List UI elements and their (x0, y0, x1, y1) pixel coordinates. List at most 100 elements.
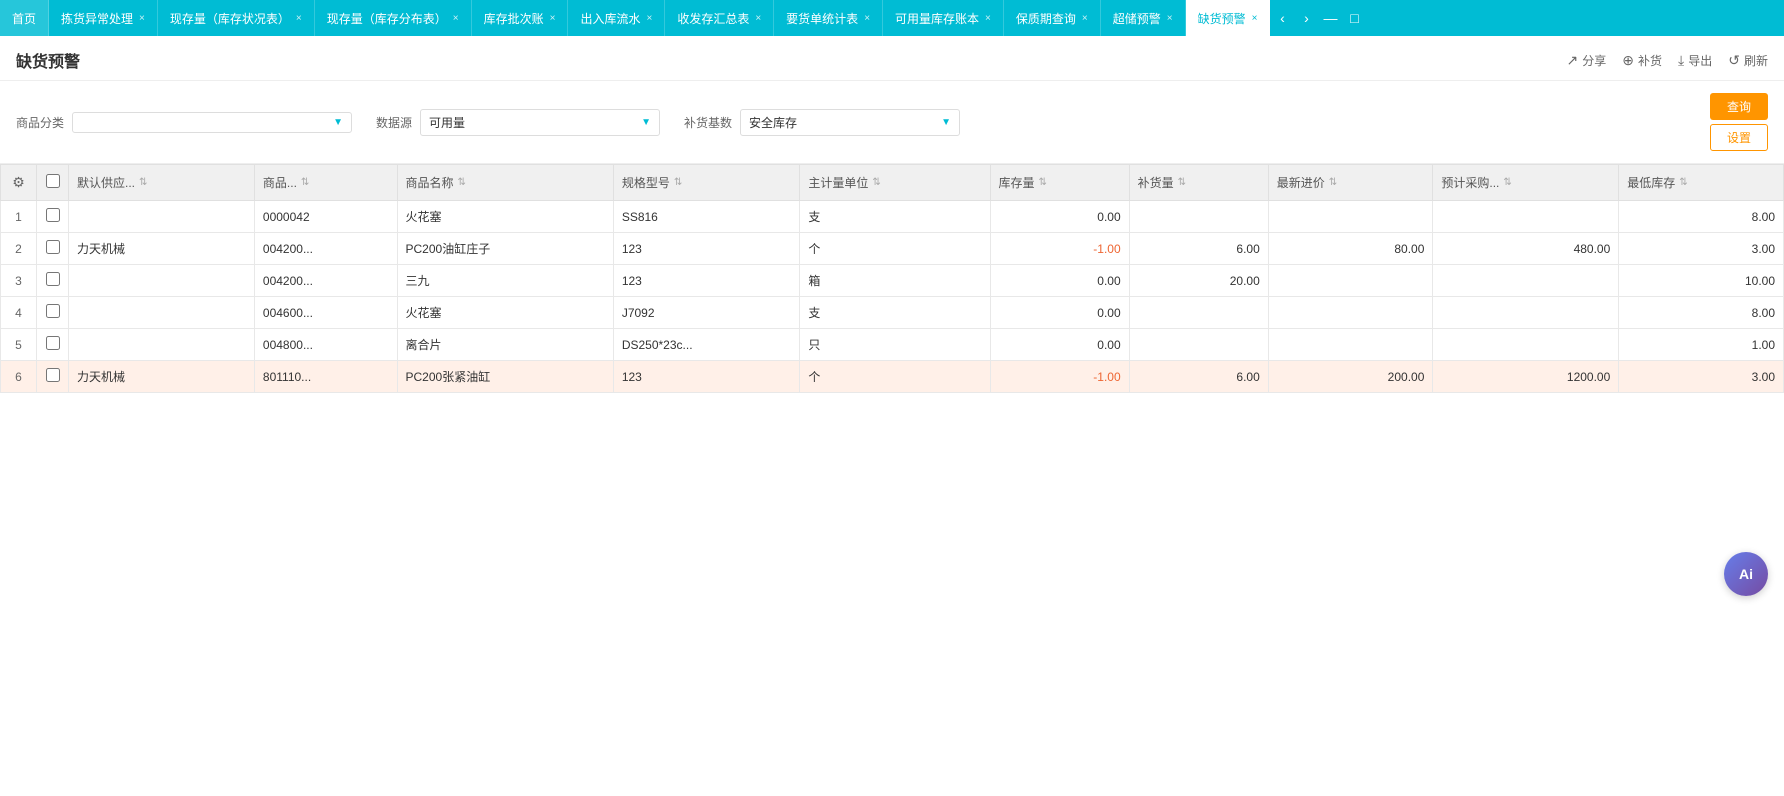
sort-replenish-icon: ⇅ (1178, 177, 1186, 188)
page-header: 缺货预警 ↗ 分享 ⊕ 补货 ⤓ 导出 ↺ 刷新 (0, 36, 1784, 81)
tab-batch[interactable]: 库存批次账 × (472, 0, 569, 36)
td-latest-price-2 (1268, 265, 1433, 297)
td-spec-4: DS250*23c... (613, 329, 800, 361)
tab-next-btn[interactable]: › (1294, 0, 1318, 36)
th-min-stock[interactable]: 最低库存 ⇅ (1619, 165, 1784, 201)
td-supplier-3 (69, 297, 255, 329)
replenish-base-select-value: 安全库存 (749, 114, 797, 131)
table-row: 4 004600... 火花塞 J7092 支 0.00 8.00 (1, 297, 1784, 329)
td-checkbox-5 (37, 361, 69, 393)
filter-area: 商品分类 ▼ 数据源 可用量 ▼ 补货基数 安全库存 ▼ 查询 设置 (0, 81, 1784, 164)
th-estimated[interactable]: 预计采购... ⇅ (1433, 165, 1619, 201)
tab-close-summary[interactable]: × (755, 13, 761, 24)
tab-expiry[interactable]: 保质期查询 × (1004, 0, 1101, 36)
td-replenish-2: 20.00 (1129, 265, 1268, 297)
th-stock[interactable]: 库存量 ⇅ (990, 165, 1129, 201)
tab-requisition[interactable]: 要货单统计表 × (774, 0, 883, 36)
tab-close-overstock[interactable]: × (1167, 13, 1173, 24)
ai-badge[interactable]: Ai (1724, 552, 1768, 596)
td-estimated-2 (1433, 265, 1619, 297)
td-unit-5: 个 (800, 361, 990, 393)
td-supplier-0 (69, 201, 255, 233)
refresh-button[interactable]: ↺ 刷新 (1728, 52, 1768, 69)
replenish-base-dropdown-icon: ▼ (941, 117, 951, 128)
td-spec-5: 123 (613, 361, 800, 393)
tab-stock-dist[interactable]: 现存量（库存分布表） × (315, 0, 472, 36)
td-checkbox-2 (37, 265, 69, 297)
table-body: 1 0000042 火花塞 SS816 支 0.00 8.00 2 (1, 201, 1784, 393)
tab-close-stock-status[interactable]: × (296, 13, 302, 24)
td-unit-0: 支 (800, 201, 990, 233)
td-min-stock-4: 1.00 (1619, 329, 1784, 361)
replenish-icon: ⊕ (1622, 52, 1634, 69)
th-code[interactable]: 商品... ⇅ (254, 165, 397, 201)
category-label: 商品分类 (16, 114, 64, 131)
tab-prev-btn[interactable]: ‹ (1270, 0, 1294, 36)
tab-close-available[interactable]: × (985, 13, 991, 24)
td-code-3: 004600... (254, 297, 397, 329)
tab-inout[interactable]: 出入库流水 × (568, 0, 665, 36)
gear-icon[interactable]: ⚙ (12, 174, 25, 190)
tab-available[interactable]: 可用量库存账本 × (883, 0, 1004, 36)
row-checkbox-2[interactable] (46, 272, 60, 286)
th-replenish[interactable]: 补货量 ⇅ (1129, 165, 1268, 201)
th-checkbox (37, 165, 69, 201)
replenish-base-select[interactable]: 安全库存 ▼ (740, 109, 960, 136)
td-code-5: 801110... (254, 361, 397, 393)
row-checkbox-4[interactable] (46, 336, 60, 350)
tab-close-stock-dist[interactable]: × (453, 13, 459, 24)
tab-picking[interactable]: 拣货异常处理 × (49, 0, 158, 36)
td-code-1: 004200... (254, 233, 397, 265)
row-checkbox-5[interactable] (46, 368, 60, 382)
sort-min-stock-icon: ⇅ (1679, 177, 1687, 188)
category-select[interactable]: ▼ (72, 112, 352, 133)
th-spec[interactable]: 规格型号 ⇅ (613, 165, 800, 201)
td-checkbox-1 (37, 233, 69, 265)
td-code-0: 0000042 (254, 201, 397, 233)
td-estimated-3 (1433, 297, 1619, 329)
td-name-0: 火花塞 (397, 201, 613, 233)
th-gear[interactable]: ⚙ (1, 165, 37, 201)
td-estimated-5: 1200.00 (1433, 361, 1619, 393)
th-latest-price[interactable]: 最新进价 ⇅ (1268, 165, 1433, 201)
td-estimated-4 (1433, 329, 1619, 361)
share-button[interactable]: ↗ 分享 (1567, 52, 1607, 69)
row-checkbox-0[interactable] (46, 208, 60, 222)
th-supplier[interactable]: 默认供应... ⇅ (69, 165, 255, 201)
datasource-select[interactable]: 可用量 ▼ (420, 109, 660, 136)
query-button[interactable]: 查询 (1710, 93, 1768, 120)
td-unit-3: 支 (800, 297, 990, 329)
row-checkbox-3[interactable] (46, 304, 60, 318)
export-button[interactable]: ⤓ 导出 (1678, 52, 1712, 69)
td-name-2: 三九 (397, 265, 613, 297)
tab-close-shortage[interactable]: × (1252, 13, 1258, 24)
td-supplier-4 (69, 329, 255, 361)
tab-summary[interactable]: 收发存汇总表 × (665, 0, 774, 36)
select-all-checkbox[interactable] (46, 174, 60, 188)
td-spec-2: 123 (613, 265, 800, 297)
td-row-num-1: 2 (1, 233, 37, 265)
td-latest-price-0 (1268, 201, 1433, 233)
td-latest-price-1: 80.00 (1268, 233, 1433, 265)
tab-shortage[interactable]: 缺货预警 × (1186, 0, 1271, 36)
row-checkbox-1[interactable] (46, 240, 60, 254)
tab-stock-status[interactable]: 现存量（库存状况表） × (158, 0, 315, 36)
th-unit[interactable]: 主计量单位 ⇅ (800, 165, 990, 201)
tab-home[interactable]: 首页 (0, 0, 49, 36)
td-replenish-0 (1129, 201, 1268, 233)
tab-close-expiry[interactable]: × (1082, 13, 1088, 24)
replenish-button[interactable]: ⊕ 补货 (1622, 52, 1662, 69)
td-replenish-3 (1129, 297, 1268, 329)
tab-minimize-btn[interactable]: — (1318, 0, 1342, 36)
tab-maximize-btn[interactable]: □ (1342, 0, 1366, 36)
td-latest-price-5: 200.00 (1268, 361, 1433, 393)
tab-close-picking[interactable]: × (139, 13, 145, 24)
tab-close-requisition[interactable]: × (864, 13, 870, 24)
settings-button[interactable]: 设置 (1710, 124, 1768, 151)
replenish-base-filter-group: 补货基数 安全库存 ▼ (684, 109, 960, 136)
tab-overstock[interactable]: 超储预警 × (1101, 0, 1186, 36)
tab-close-batch[interactable]: × (550, 13, 556, 24)
th-name[interactable]: 商品名称 ⇅ (397, 165, 613, 201)
td-row-num-2: 3 (1, 265, 37, 297)
tab-close-inout[interactable]: × (646, 13, 652, 24)
